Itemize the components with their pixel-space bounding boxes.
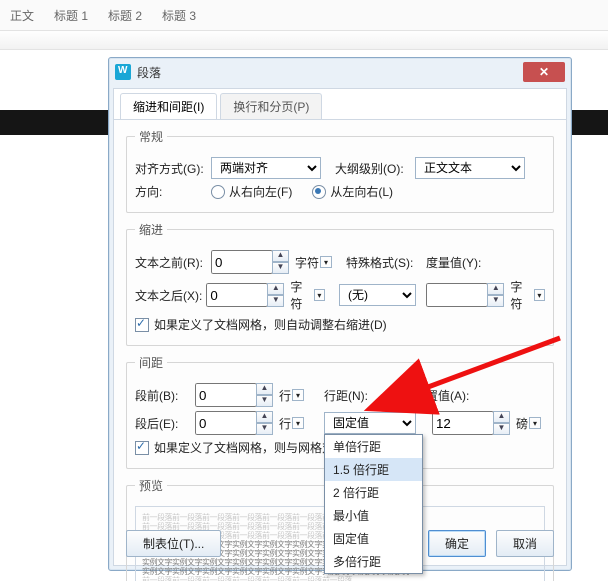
tab-indent-spacing[interactable]: 缩进和间距(I) <box>120 93 217 119</box>
style-body[interactable]: 正文 <box>0 3 44 28</box>
outline-select[interactable]: 正文文本 <box>415 157 525 179</box>
opt-min[interactable]: 最小值 <box>325 504 422 527</box>
style-h3[interactable]: 标题 3 <box>152 3 206 28</box>
linespace-label: 行距(N): <box>324 387 380 404</box>
linespace-combo[interactable]: 固定值 单倍行距 1.5 倍行距 2 倍行距 最小值 固定值 多倍行距 <box>324 412 416 434</box>
tabstops-button[interactable]: 制表位(T)... <box>126 530 221 557</box>
spin-buttons[interactable]: ▲▼ <box>267 283 284 307</box>
spin-buttons[interactable]: ▲▼ <box>256 411 273 435</box>
dialog-title: 段落 <box>137 64 523 81</box>
opt-double[interactable]: 2 倍行距 <box>325 481 422 504</box>
app-icon <box>115 64 131 80</box>
style-h2[interactable]: 标题 2 <box>98 3 152 28</box>
group-indent: 缩进 文本之前(R): ▲▼ 字符▾ 特殊格式(S): 度量值(Y): 文本之后… <box>126 221 554 346</box>
measure-label: 度量值(Y): <box>426 254 490 271</box>
setvalue-label: 设置值(A): <box>414 387 480 404</box>
spin-buttons[interactable]: ▲▼ <box>272 250 289 274</box>
page-outline-left <box>0 110 108 135</box>
tab-line-page[interactable]: 换行和分页(P) <box>220 93 322 119</box>
para-before-label: 段前(B): <box>135 387 191 404</box>
alignment-label: 对齐方式(G): <box>135 160 207 177</box>
outline-label: 大纲级别(O): <box>335 160 411 177</box>
para-before-input[interactable] <box>195 383 257 407</box>
para-after-label: 段后(E): <box>135 415 191 432</box>
unit-line[interactable]: 行▾ <box>279 387 304 404</box>
cancel-button[interactable]: 取消 <box>496 530 554 557</box>
group-spacing: 间距 段前(B): ▲▼ 行▾ 行距(N): 设置值(A): 段后(E): ▲▼… <box>126 354 554 469</box>
alignment-select[interactable]: 两端对齐 <box>211 157 321 179</box>
unit-char[interactable]: 字符▾ <box>295 254 332 271</box>
group-spacing-legend: 间距 <box>135 354 167 371</box>
indent-before-label: 文本之前(R): <box>135 254 207 271</box>
indent-after-input[interactable] <box>206 283 268 307</box>
close-button[interactable]: ✕ <box>523 62 565 82</box>
direction-ltr-radio[interactable]: 从左向右(L) <box>312 183 393 200</box>
special-select[interactable]: (无) <box>339 284 416 306</box>
page-outline-right <box>570 110 608 135</box>
indent-before-input[interactable] <box>211 250 273 274</box>
opt-fixed[interactable]: 固定值 <box>325 527 422 550</box>
group-indent-legend: 缩进 <box>135 221 167 238</box>
opt-single[interactable]: 单倍行距 <box>325 435 422 458</box>
spin-buttons[interactable]: ▲▼ <box>487 283 504 307</box>
style-h1[interactable]: 标题 1 <box>44 3 98 28</box>
spin-buttons[interactable]: ▲▼ <box>256 383 273 407</box>
group-general: 常规 对齐方式(G): 两端对齐 大纲级别(O): 正文文本 方向: 从右向左(… <box>126 128 554 213</box>
direction-rtl-radio[interactable]: 从右向左(F) <box>211 183 292 200</box>
unit-pt[interactable]: 磅▾ <box>516 415 541 432</box>
group-general-legend: 常规 <box>135 128 167 145</box>
ok-button[interactable]: 确定 <box>428 530 486 557</box>
direction-label: 方向: <box>135 183 207 200</box>
linespace-select[interactable]: 固定值 <box>324 412 416 434</box>
opt-multi[interactable]: 多倍行距 <box>325 550 422 573</box>
setvalue-input[interactable] <box>432 411 494 435</box>
unit-char[interactable]: 字符▾ <box>290 278 325 312</box>
opt-one-half[interactable]: 1.5 倍行距 <box>325 458 422 481</box>
measure-input[interactable] <box>426 283 488 307</box>
indent-after-label: 文本之后(X): <box>135 287 202 304</box>
app-ribbon: 正文 标题 1 标题 2 标题 3 <box>0 0 608 30</box>
tabs: 缩进和间距(I) 换行和分页(P) <box>114 89 566 120</box>
auto-indent-checkbox[interactable]: 如果定义了文档网格，则自动调整右缩进(D) <box>135 316 387 333</box>
special-label: 特殊格式(S): <box>346 254 422 271</box>
group-preview-legend: 预览 <box>135 477 167 494</box>
grid-align-checkbox[interactable]: 如果定义了文档网格，则与网格对齐 <box>135 439 346 456</box>
linespace-dropdown: 单倍行距 1.5 倍行距 2 倍行距 最小值 固定值 多倍行距 <box>324 434 423 574</box>
ruler <box>0 30 608 50</box>
para-after-input[interactable] <box>195 411 257 435</box>
unit-char[interactable]: 字符▾ <box>510 278 545 312</box>
titlebar[interactable]: 段落 ✕ <box>109 58 571 86</box>
unit-line[interactable]: 行▾ <box>279 415 304 432</box>
spin-buttons[interactable]: ▲▼ <box>493 411 510 435</box>
paragraph-dialog: 段落 ✕ 缩进和间距(I) 换行和分页(P) 常规 对齐方式(G): 两端对齐 … <box>108 57 572 571</box>
